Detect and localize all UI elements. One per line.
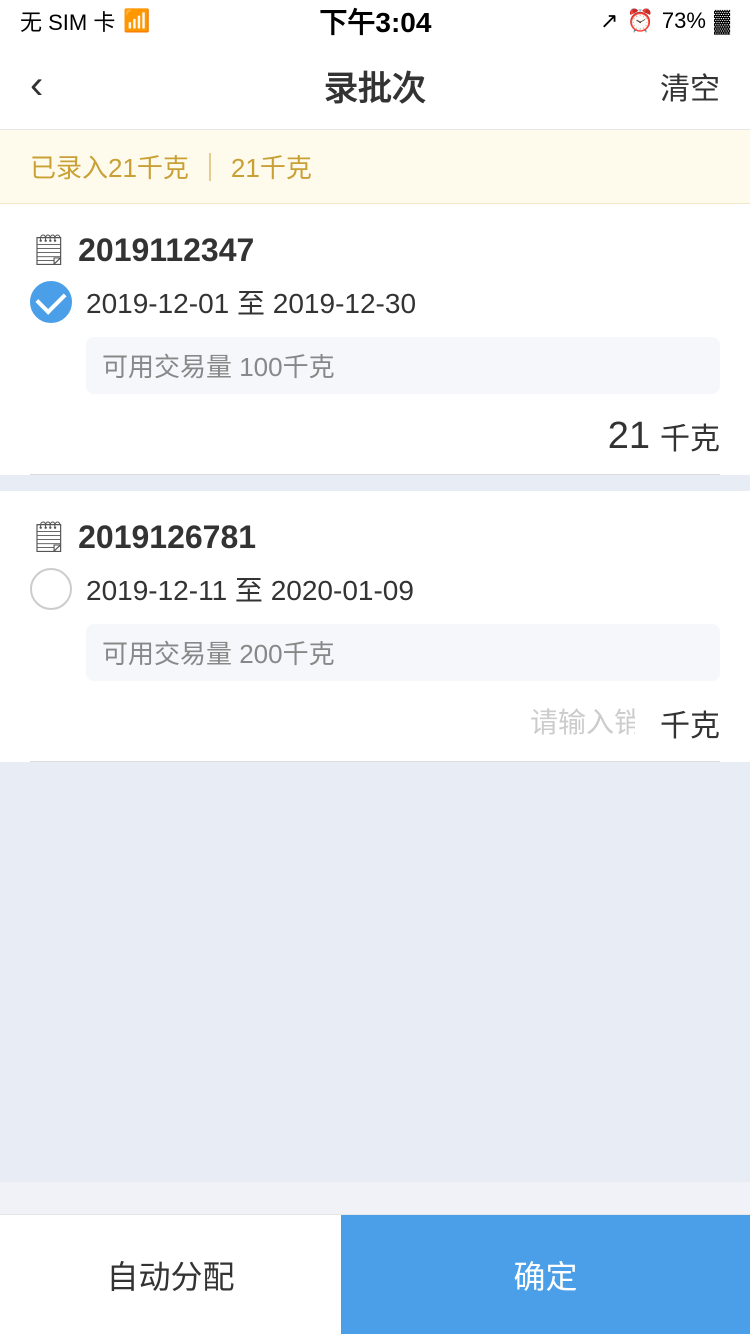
batch-date-1: 2019-12-01 至 2019-12-30 xyxy=(86,282,416,322)
batch-date-row-2: 2019-12-11 至 2020-01-09 xyxy=(30,568,720,610)
confirm-button[interactable]: 确定 xyxy=(341,1215,750,1334)
clear-button[interactable]: 清空 xyxy=(660,64,720,108)
quantity-unit-2: 千克 xyxy=(660,701,720,745)
quantity-row-2: 千克 xyxy=(30,681,720,761)
batch-item-2: 🗒 2019126781 2019-12-11 至 2020-01-09 可用交… xyxy=(0,491,750,762)
available-tag-1: 可用交易量 100千克 xyxy=(86,337,720,394)
batch-header-1: 🗒 2019112347 xyxy=(30,232,720,269)
total-amount: 21千克 xyxy=(231,148,312,185)
batch-item-1: 🗒 2019112347 2019-12-01 至 2019-12-30 可用交… xyxy=(0,204,750,475)
page-title: 录批次 xyxy=(324,61,426,110)
recorded-amount: 已录入21千克 xyxy=(30,148,189,185)
back-button[interactable]: ‹ xyxy=(30,63,90,108)
location-icon: ↗ xyxy=(600,8,618,34)
info-divider xyxy=(209,153,211,181)
quantity-input-2[interactable] xyxy=(530,707,650,739)
bottom-bar: 自动分配 确定 xyxy=(0,1214,750,1334)
batch-id-1: 2019112347 xyxy=(78,232,254,269)
batch-id-2: 2019126781 xyxy=(78,519,256,556)
status-right: ↗ ⏰ 73% ▓ xyxy=(600,8,730,34)
no-sim-text: 无 SIM 卡 xyxy=(20,5,115,37)
bottom-grey-area xyxy=(0,762,750,1182)
alarm-icon: ⏰ xyxy=(626,8,653,34)
battery-icon: ▓ xyxy=(714,8,730,34)
wifi-icon: 📶 xyxy=(123,8,150,34)
status-left: 无 SIM 卡 📶 xyxy=(20,5,151,37)
status-bar: 无 SIM 卡 📶 下午3:04 ↗ ⏰ 73% ▓ xyxy=(0,0,750,42)
radio-button-1[interactable] xyxy=(30,281,72,323)
section-divider xyxy=(0,475,750,491)
radio-button-2[interactable] xyxy=(30,568,72,610)
info-banner: 已录入21千克 21千克 xyxy=(0,130,750,204)
quantity-unit-1: 千克 xyxy=(660,414,720,458)
quantity-row-1: 21 千克 xyxy=(30,394,720,474)
available-tag-2: 可用交易量 200千克 xyxy=(86,624,720,681)
auto-assign-button[interactable]: 自动分配 xyxy=(0,1215,341,1334)
batch-date-2: 2019-12-11 至 2020-01-09 xyxy=(86,569,414,609)
quantity-value-1: 21 xyxy=(608,415,650,458)
batch-date-row-1: 2019-12-01 至 2019-12-30 xyxy=(30,281,720,323)
status-time: 下午3:04 xyxy=(319,1,431,41)
nav-bar: ‹ 录批次 清空 xyxy=(0,42,750,130)
batch-doc-icon-2: 🗒 xyxy=(30,520,68,555)
battery-percentage: 73% xyxy=(662,8,706,34)
batch-header-2: 🗒 2019126781 xyxy=(30,519,720,556)
batch-doc-icon-1: 🗒 xyxy=(30,233,68,268)
